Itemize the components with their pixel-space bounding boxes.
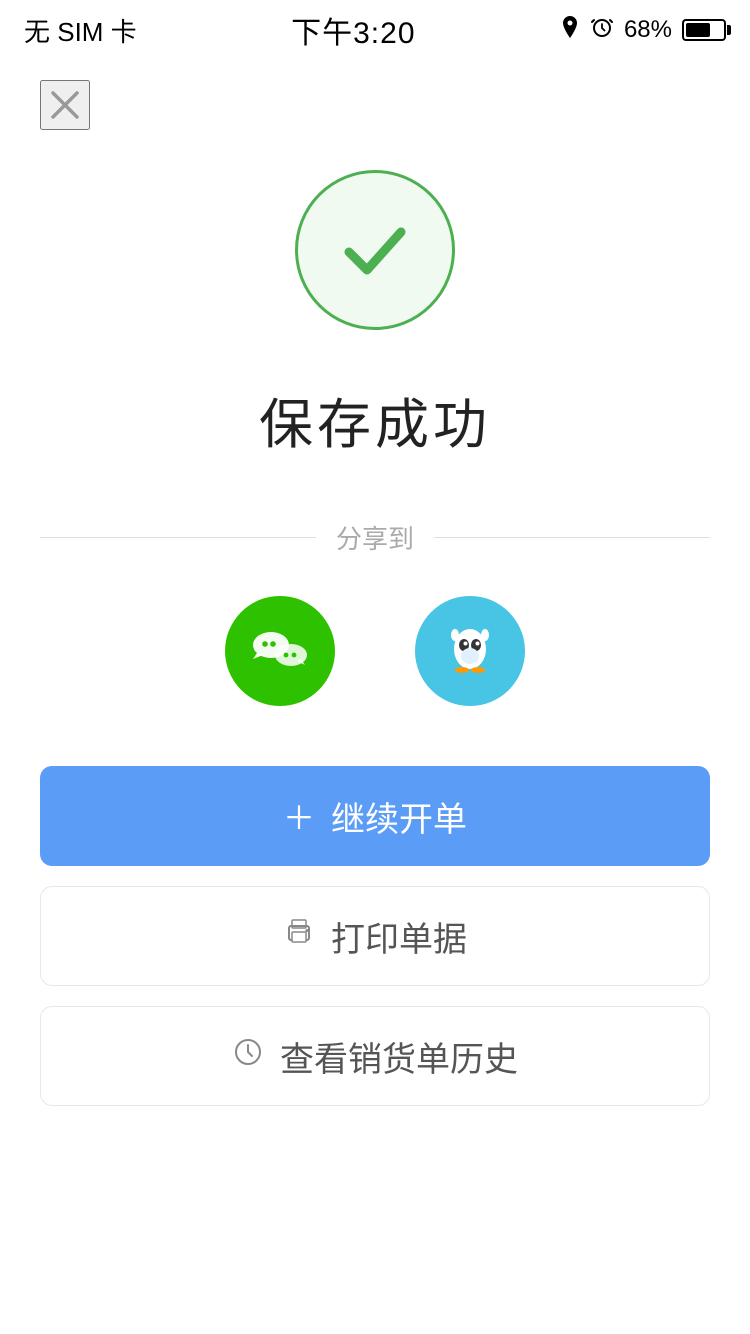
battery-icon xyxy=(682,19,726,41)
divider-line-left xyxy=(40,537,316,538)
share-label: 分享到 xyxy=(336,519,414,556)
print-label: 打印单据 xyxy=(331,912,467,961)
alarm-icon xyxy=(590,15,614,46)
continue-order-label: 继续开单 xyxy=(331,792,467,841)
battery-icon-block xyxy=(682,19,726,41)
share-divider: 分享到 xyxy=(40,519,710,556)
print-button[interactable]: 打印单据 xyxy=(40,886,710,986)
close-button[interactable] xyxy=(40,80,90,130)
checkmark-icon xyxy=(335,210,415,290)
wechat-share-button[interactable] xyxy=(225,596,335,706)
history-icon xyxy=(232,1036,264,1076)
success-icon-container xyxy=(295,170,455,330)
battery-label: 68% xyxy=(624,16,672,44)
divider-line-right xyxy=(434,537,710,538)
printer-icon xyxy=(283,916,315,956)
location-icon xyxy=(560,14,580,47)
share-section: 分享到 xyxy=(40,519,710,706)
wechat-logo-icon xyxy=(247,623,313,679)
action-buttons: ＋ 继续开单 打印单据 查看销货单历史 xyxy=(40,766,710,1106)
success-title: 保存成功 xyxy=(259,380,491,459)
history-button[interactable]: 查看销货单历史 xyxy=(40,1006,710,1106)
qq-share-button[interactable] xyxy=(415,596,525,706)
status-right: 68% xyxy=(560,14,726,47)
status-left: 无 SIM 卡 xyxy=(24,12,147,49)
share-icons xyxy=(225,596,525,706)
battery-fill xyxy=(686,23,710,37)
history-label: 查看销货单历史 xyxy=(280,1032,518,1081)
status-bar: 无 SIM 卡 下午3:20 68% xyxy=(0,0,750,60)
plus-icon: ＋ xyxy=(283,793,315,839)
main-content: 保存成功 分享到 xyxy=(0,60,750,1334)
continue-order-button[interactable]: ＋ 继续开单 xyxy=(40,766,710,866)
qq-logo-icon xyxy=(438,619,502,683)
carrier-label: 无 SIM 卡 xyxy=(24,12,137,49)
status-time: 下午3:20 xyxy=(291,8,415,52)
